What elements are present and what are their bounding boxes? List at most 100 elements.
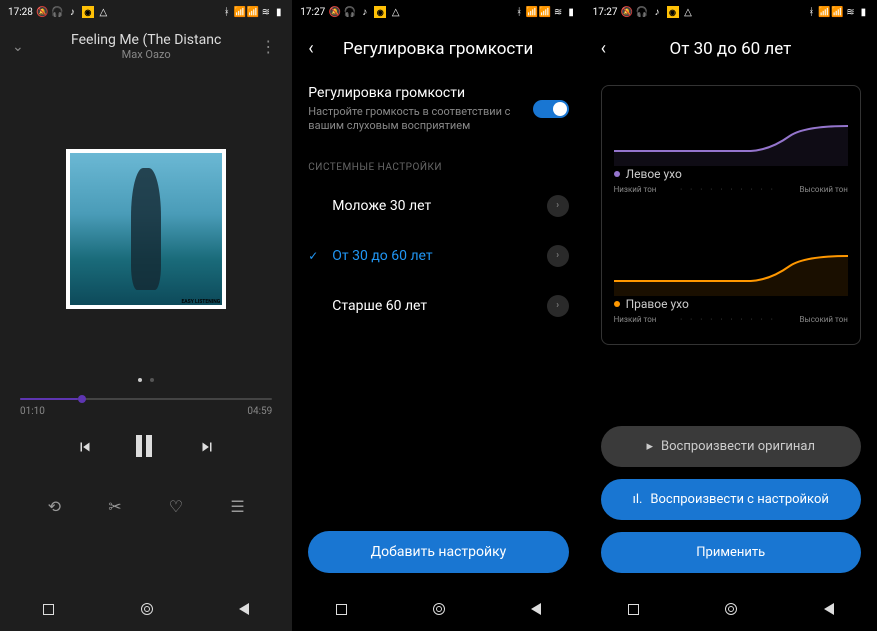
chevron-right-icon: › — [547, 295, 569, 317]
album-art[interactable]: MAX OAZO FEELING ME THE DISTANCE & IGI R… — [66, 149, 226, 309]
signal-icon: 📶 — [832, 7, 843, 18]
equalizer-icon: ıl. — [633, 492, 643, 507]
hearing-chart: Левое ухо Низкий тон · · · · · · · · · ·… — [601, 85, 861, 345]
right-ear-label: Правое ухо — [626, 297, 689, 311]
music-player-screen: 17:28 🔕 🎧 ♪ ◉ △ ᚼ 📶 📶 ≋ ▮ ⌄ Feeling Me (… — [0, 0, 292, 631]
triangle-icon: △ — [98, 7, 109, 18]
recent-apps-button[interactable] — [43, 604, 54, 615]
dot-2 — [150, 378, 154, 382]
headphone-icon: 🎧 — [637, 7, 648, 18]
add-setting-button[interactable]: Добавить настройку — [308, 531, 568, 573]
chevron-right-icon: › — [547, 195, 569, 217]
nav-bar — [585, 587, 877, 631]
triangle-icon: △ — [683, 7, 694, 18]
pause-button[interactable] — [136, 435, 156, 459]
apply-button[interactable]: Применить — [601, 532, 861, 573]
previous-button[interactable] — [76, 438, 94, 456]
note-icon: ♪ — [67, 7, 78, 18]
signal-icon: 📶 — [247, 7, 258, 18]
button-label: Воспроизвести с настройкой — [650, 492, 828, 507]
tone-dots: · · · · · · · · · · — [680, 185, 776, 194]
note-icon: ♪ — [359, 7, 370, 18]
option-label: От 30 до 60 лет — [332, 248, 536, 264]
next-button[interactable] — [198, 438, 216, 456]
battery-icon: ▮ — [566, 7, 577, 18]
bluetooth-icon: ᚼ — [514, 7, 525, 18]
bluetooth-icon: ᚼ — [806, 7, 817, 18]
home-button[interactable] — [725, 603, 737, 615]
age-option-30-60[interactable]: ✓ От 30 до 60 лет › — [292, 231, 584, 281]
settings-header: ‹ Регулировка громкости — [292, 24, 584, 73]
age-option-under-30[interactable]: ✓ Моложе 30 лет › — [292, 181, 584, 231]
hearing-header: ‹ От 30 до 60 лет — [585, 24, 877, 73]
home-button[interactable] — [433, 603, 445, 615]
battery-icon: ▮ — [273, 7, 284, 18]
wifi-icon: ≋ — [845, 7, 856, 18]
dnd-icon: 🔕 — [622, 7, 633, 18]
play-custom-button[interactable]: ıl. Воспроизвести с настройкой — [601, 479, 861, 520]
status-bar: 17:27 🔕 🎧 ♪ ◉ △ ᚼ 📶 📶 ≋ ▮ — [585, 0, 877, 24]
button-label: Применить — [696, 545, 765, 560]
dnd-icon: 🔕 — [329, 7, 340, 18]
repeat-button[interactable]: ⟲ — [48, 497, 61, 516]
app-badge-icon: ◉ — [82, 6, 94, 18]
status-bar: 17:28 🔕 🎧 ♪ ◉ △ ᚼ 📶 📶 ≋ ▮ — [0, 0, 292, 24]
page-dots[interactable] — [0, 367, 292, 386]
status-bar: 17:27 🔕 🎧 ♪ ◉ △ ᚼ 📶 📶 ≋ ▮ — [292, 0, 584, 24]
low-tone-label: Низкий тон — [614, 315, 657, 324]
recent-apps-button[interactable] — [628, 604, 639, 615]
setting-label: Регулировка громкости — [308, 85, 520, 101]
cut-button[interactable]: ✂ — [108, 497, 121, 516]
page-title: Регулировка громкости — [326, 39, 551, 59]
queue-button[interactable]: ☰ — [230, 497, 244, 516]
track-title: Feeling Me (The Distanc — [40, 32, 252, 48]
home-button[interactable] — [141, 603, 153, 615]
time-elapsed: 01:10 — [20, 406, 45, 417]
volume-settings-screen: 17:27 🔕 🎧 ♪ ◉ △ ᚼ 📶 📶 ≋ ▮ ‹ Регулировка … — [292, 0, 584, 631]
back-button[interactable] — [239, 603, 249, 615]
check-icon: ✓ — [308, 249, 322, 263]
volume-adjust-toggle-row: Регулировка громкости Настройте громкост… — [292, 73, 584, 146]
age-option-over-60[interactable]: ✓ Старше 60 лет › — [292, 281, 584, 331]
recent-apps-button[interactable] — [336, 604, 347, 615]
button-label: Воспроизвести оригинал — [661, 439, 815, 454]
player-header: ⌄ Feeling Me (The Distanc Max Oazo ⋮ — [0, 24, 292, 69]
status-time: 17:27 — [300, 7, 325, 18]
nav-bar — [292, 587, 584, 631]
high-tone-label: Высокий тон — [800, 315, 848, 324]
app-badge-icon: ◉ — [374, 6, 386, 18]
nav-bar — [0, 587, 292, 631]
left-ear-dot-icon — [614, 171, 620, 177]
seek-bar[interactable] — [20, 398, 272, 400]
section-header: СИСТЕМНЫЕ НАСТРОЙКИ — [292, 146, 584, 181]
option-label: Моложе 30 лет — [332, 198, 536, 214]
page-title: От 30 до 60 лет — [618, 39, 843, 59]
setting-description: Настройте громкость в соответствии с ваш… — [308, 105, 520, 134]
bluetooth-icon: ᚼ — [221, 7, 232, 18]
back-button[interactable] — [531, 603, 541, 615]
favorite-button[interactable]: ♡ — [169, 497, 183, 516]
chevron-right-icon: › — [547, 245, 569, 267]
time-total: 04:59 — [247, 406, 272, 417]
signal-icon: 📶 — [540, 7, 551, 18]
button-stack: ▸ Воспроизвести оригинал ıl. Воспроизвес… — [585, 426, 877, 573]
playback-controls — [0, 435, 292, 459]
collapse-button[interactable]: ⌄ — [12, 39, 32, 55]
back-button[interactable] — [824, 603, 834, 615]
play-original-button[interactable]: ▸ Воспроизвести оригинал — [601, 426, 861, 467]
battery-icon: ▮ — [858, 7, 869, 18]
album-art-container: MAX OAZO FEELING ME THE DISTANCE & IGI R… — [0, 149, 292, 309]
signal-icon: 📶 — [527, 7, 538, 18]
wifi-icon: ≋ — [260, 7, 271, 18]
back-button[interactable]: ‹ — [308, 38, 313, 59]
back-button[interactable]: ‹ — [601, 38, 606, 59]
right-ear-dot-icon — [614, 301, 620, 307]
note-icon: ♪ — [652, 7, 663, 18]
signal-icon: 📶 — [234, 7, 245, 18]
volume-toggle[interactable] — [533, 100, 569, 118]
status-time: 17:28 — [8, 7, 33, 18]
right-ear-section: Правое ухо Низкий тон · · · · · · · · · … — [614, 236, 848, 346]
play-icon: ▸ — [646, 439, 653, 454]
more-button[interactable]: ⋮ — [260, 37, 280, 56]
high-tone-label: Высокий тон — [800, 185, 848, 194]
